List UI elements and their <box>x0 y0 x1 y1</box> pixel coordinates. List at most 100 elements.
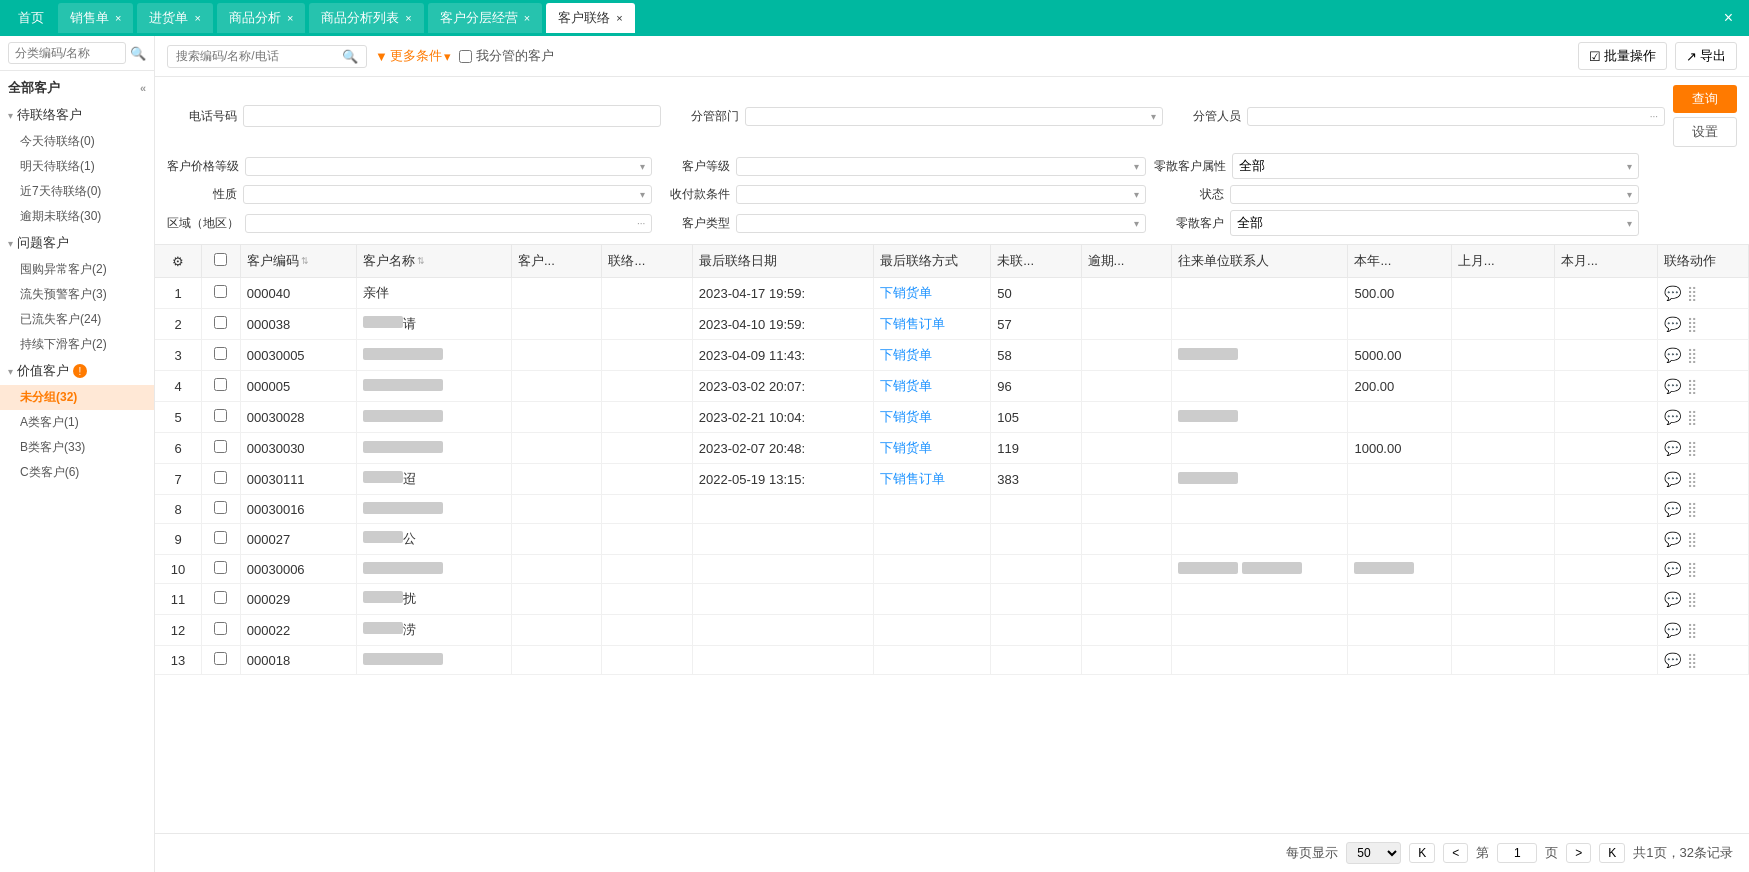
tab-analysis-list[interactable]: 商品分析列表 × <box>309 3 423 33</box>
more-conditions-btn[interactable]: ▼ 更多条件 ▾ <box>375 47 451 65</box>
chat-icon[interactable]: 💬 <box>1664 591 1681 607</box>
sidebar-item-classA[interactable]: A类客户(1) <box>0 410 154 435</box>
row-checkbox-cell[interactable] <box>202 402 241 433</box>
main-search-icon[interactable]: 🔍 <box>342 49 358 64</box>
sidebar-item-abnormal[interactable]: 囤购异常客户(2) <box>0 257 154 282</box>
row-checkbox[interactable] <box>214 378 227 391</box>
row-checkbox[interactable] <box>214 285 227 298</box>
contact-way-link[interactable]: 下销货单 <box>880 409 932 424</box>
tab-analysis[interactable]: 商品分析 × <box>217 3 305 33</box>
sidebar-collapse-icon[interactable]: « <box>140 82 146 94</box>
phone-input[interactable] <box>243 105 661 127</box>
manager-input[interactable]: ··· <box>1247 107 1665 126</box>
close-all-tabs[interactable]: × <box>1716 9 1741 27</box>
sidebar-group-pending[interactable]: ▾ 待联络客户 <box>0 101 154 129</box>
chat-icon[interactable]: 💬 <box>1664 316 1681 332</box>
col-checkbox-header[interactable] <box>202 245 241 278</box>
row-checkbox[interactable] <box>214 531 227 544</box>
export-button[interactable]: ↗ 导出 <box>1675 42 1737 70</box>
row-checkbox-cell[interactable] <box>202 433 241 464</box>
contact-way-link[interactable]: 下销货单 <box>880 378 932 393</box>
sidebar-item-churned[interactable]: 已流失客户(24) <box>0 307 154 332</box>
contact-way-link[interactable]: 下销货单 <box>880 440 932 455</box>
row-checkbox-cell[interactable] <box>202 309 241 340</box>
page-size-select[interactable]: 50 20 100 <box>1346 842 1401 864</box>
close-analysis-tab[interactable]: × <box>287 12 293 24</box>
row-checkbox-cell[interactable] <box>202 615 241 646</box>
row-checkbox[interactable] <box>214 501 227 514</box>
grid-icon[interactable]: ⣿ <box>1687 531 1697 547</box>
col-settings[interactable]: ⚙ <box>155 245 202 278</box>
sidebar-item-7days[interactable]: 近7天待联络(0) <box>0 179 154 204</box>
reset-button[interactable]: 设置 <box>1673 117 1737 147</box>
page-first-btn[interactable]: K <box>1409 843 1435 863</box>
contact-way-link[interactable]: 下销售订单 <box>880 471 945 486</box>
contact-way-link[interactable]: 下销货单 <box>880 347 932 362</box>
select-all-checkbox[interactable] <box>214 253 227 266</box>
chat-icon[interactable]: 💬 <box>1664 531 1681 547</box>
query-button[interactable]: 查询 <box>1673 85 1737 113</box>
chat-icon[interactable]: 💬 <box>1664 561 1681 577</box>
row-checkbox-cell[interactable] <box>202 584 241 615</box>
row-checkbox[interactable] <box>214 591 227 604</box>
chat-icon[interactable]: 💬 <box>1664 471 1681 487</box>
row-checkbox[interactable] <box>214 440 227 453</box>
grid-icon[interactable]: ⣿ <box>1687 622 1697 638</box>
sidebar-item-overdue[interactable]: 逾期未联络(30) <box>0 204 154 229</box>
tab-sales[interactable]: 销售单 × <box>58 3 133 33</box>
sidebar-search-icon[interactable]: 🔍 <box>130 46 146 61</box>
nature-select[interactable]: ▾ <box>243 185 652 204</box>
sidebar-item-classC[interactable]: C类客户(6) <box>0 460 154 485</box>
grid-icon[interactable]: ⣿ <box>1687 652 1697 668</box>
grid-icon[interactable]: ⣿ <box>1687 347 1697 363</box>
chat-icon[interactable]: 💬 <box>1664 440 1681 456</box>
nav-home[interactable]: 首页 <box>8 5 54 31</box>
row-checkbox[interactable] <box>214 316 227 329</box>
grid-icon[interactable]: ⣿ <box>1687 501 1697 517</box>
sidebar-search-input[interactable] <box>8 42 126 64</box>
row-checkbox-cell[interactable] <box>202 371 241 402</box>
grid-icon[interactable]: ⣿ <box>1687 440 1697 456</box>
close-analysis-list-tab[interactable]: × <box>405 12 411 24</box>
sidebar-group-value[interactable]: ▾ 价值客户 ! <box>0 357 154 385</box>
row-checkbox-cell[interactable] <box>202 524 241 555</box>
tab-customer-contact[interactable]: 客户联络 × <box>546 3 634 33</box>
close-customer-contact-tab[interactable]: × <box>616 12 622 24</box>
row-checkbox[interactable] <box>214 652 227 665</box>
batch-op-button[interactable]: ☑ 批量操作 <box>1578 42 1667 70</box>
row-checkbox-cell[interactable] <box>202 555 241 584</box>
all-customers-title[interactable]: 全部客户 « <box>0 71 154 101</box>
page-last-btn[interactable]: K <box>1599 843 1625 863</box>
row-checkbox-cell[interactable] <box>202 340 241 371</box>
my-customers-checkbox-wrap[interactable]: 我分管的客户 <box>459 47 554 65</box>
chat-icon[interactable]: 💬 <box>1664 378 1681 394</box>
scattered-customer-select[interactable]: 全部 ▾ <box>1230 210 1639 236</box>
contact-way-link[interactable]: 下销售订单 <box>880 316 945 331</box>
page-number-input[interactable] <box>1497 843 1537 863</box>
chat-icon[interactable]: 💬 <box>1664 501 1681 517</box>
tab-customer-seg[interactable]: 客户分层经营 × <box>428 3 542 33</box>
close-sales-tab[interactable]: × <box>115 12 121 24</box>
scattered-attr-select[interactable]: 全部 ▾ <box>1232 153 1639 179</box>
page-next-btn[interactable]: > <box>1566 843 1591 863</box>
close-customer-seg-tab[interactable]: × <box>524 12 530 24</box>
sidebar-item-ungrouped[interactable]: 未分组(32) <box>0 385 154 410</box>
my-customers-checkbox[interactable] <box>459 50 472 63</box>
sidebar-item-declining[interactable]: 持续下滑客户(2) <box>0 332 154 357</box>
chat-icon[interactable]: 💬 <box>1664 285 1681 301</box>
sidebar-item-churn-warning[interactable]: 流失预警客户(3) <box>0 282 154 307</box>
code-sort-icon[interactable]: ⇅ <box>301 256 309 266</box>
row-checkbox-cell[interactable] <box>202 464 241 495</box>
status-select[interactable]: ▾ <box>1230 185 1639 204</box>
sidebar-item-classB[interactable]: B类客户(33) <box>0 435 154 460</box>
tab-purchase[interactable]: 进货单 × <box>137 3 212 33</box>
sidebar-item-tomorrow[interactable]: 明天待联络(1) <box>0 154 154 179</box>
name-sort-icon[interactable]: ⇅ <box>417 256 425 266</box>
close-purchase-tab[interactable]: × <box>194 12 200 24</box>
main-search-input[interactable] <box>176 49 342 63</box>
grid-icon[interactable]: ⣿ <box>1687 471 1697 487</box>
row-checkbox[interactable] <box>214 347 227 360</box>
chat-icon[interactable]: 💬 <box>1664 652 1681 668</box>
chat-icon[interactable]: 💬 <box>1664 409 1681 425</box>
row-checkbox-cell[interactable] <box>202 646 241 675</box>
